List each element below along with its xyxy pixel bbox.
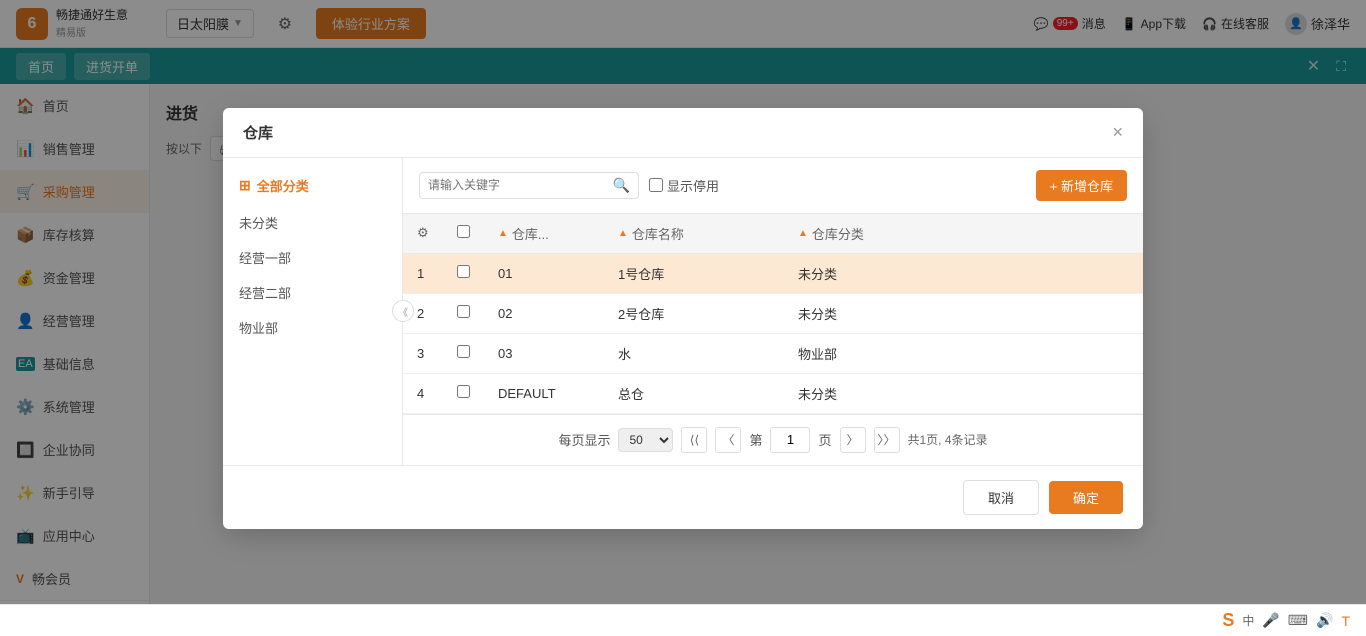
- row-code: 02: [484, 293, 604, 333]
- category-panel: ⊞ 全部分类 未分类 经营一部 经营二部 物业部 《: [223, 158, 403, 465]
- row-select-checkbox[interactable]: [457, 265, 470, 278]
- next-page-button[interactable]: 〉: [840, 427, 866, 453]
- row-index: 1: [403, 253, 443, 293]
- search-input[interactable]: [428, 178, 613, 192]
- row-code: DEFAULT: [484, 373, 604, 413]
- show-disabled-wrap: 显示停用: [649, 176, 719, 195]
- col-checkbox: [443, 214, 484, 254]
- table-toolbar: 🔍 显示停用 + 新增仓库: [403, 158, 1143, 214]
- table-row[interactable]: 1 01 1号仓库 未分类: [403, 253, 1143, 293]
- row-name: 1号仓库: [604, 253, 784, 293]
- mic-icon[interactable]: 🎤: [1262, 612, 1279, 629]
- category-item-property[interactable]: 物业部: [223, 310, 402, 345]
- table-header-row: ⚙ ▲仓库... ▲仓库名称 ▲仓库分类: [403, 214, 1143, 254]
- row-index: 3: [403, 333, 443, 373]
- modal-close-button[interactable]: ×: [1112, 122, 1123, 143]
- last-page-button[interactable]: 〉〉: [874, 427, 900, 453]
- warehouse-modal: 仓库 × ⊞ 全部分类 未分类 经营一部 经营二部 物业部 《: [223, 108, 1143, 529]
- pagination-row: 每页显示 50 10 20 100 ⟨⟨ 〈 第 页 〉 〉〉 共1页, 4条记…: [403, 414, 1143, 465]
- modal-overlay: 仓库 × ⊞ 全部分类 未分类 经营一部 经营二部 物业部 《: [0, 0, 1366, 636]
- row-select-checkbox[interactable]: [457, 305, 470, 318]
- row-code: 01: [484, 253, 604, 293]
- add-warehouse-button[interactable]: + 新增仓库: [1036, 170, 1127, 201]
- row-name: 水: [604, 333, 784, 373]
- row-checkbox: [443, 373, 484, 413]
- bottom-bar: S 中 🎤 ⌨ 🔊 T: [0, 604, 1366, 636]
- row-name: 总仓: [604, 373, 784, 413]
- collapse-panel-button[interactable]: 《: [392, 300, 414, 322]
- keyboard-icon[interactable]: ⌨: [1288, 612, 1308, 629]
- modal-title: 仓库: [243, 122, 273, 143]
- speaker-icon[interactable]: 🔊: [1316, 612, 1333, 629]
- page-size-select[interactable]: 50 10 20 100: [618, 428, 673, 452]
- table-panel: 🔍 显示停用 + 新增仓库 ⚙: [403, 158, 1143, 465]
- category-item-unclassified[interactable]: 未分类: [223, 205, 402, 240]
- show-disabled-checkbox[interactable]: [649, 178, 663, 192]
- row-category: 未分类: [784, 373, 1143, 413]
- total-info: 共1页, 4条记录: [908, 431, 988, 448]
- row-index: 4: [403, 373, 443, 413]
- page-label: 第: [749, 430, 762, 449]
- toolbar-icon[interactable]: T: [1341, 613, 1350, 629]
- page-number-input[interactable]: [770, 427, 810, 453]
- modal-header: 仓库 ×: [223, 108, 1143, 158]
- col-name-header: ▲仓库名称: [604, 214, 784, 254]
- modal-footer: 取消 确定: [223, 465, 1143, 529]
- sougou-icon: S: [1222, 610, 1234, 631]
- col-settings: ⚙: [403, 214, 443, 254]
- zh-cn-icon: 中: [1242, 612, 1254, 629]
- confirm-button[interactable]: 确定: [1049, 481, 1123, 514]
- row-select-checkbox[interactable]: [457, 345, 470, 358]
- row-code: 03: [484, 333, 604, 373]
- table-row[interactable]: 2 02 2号仓库 未分类: [403, 293, 1143, 333]
- table-row[interactable]: 4 DEFAULT 总仓 未分类: [403, 373, 1143, 413]
- select-all-checkbox[interactable]: [457, 225, 470, 238]
- page-size-label: 每页显示: [558, 430, 610, 449]
- sort-icon3: ▲: [798, 228, 808, 239]
- category-item-ops2[interactable]: 经营二部: [223, 275, 402, 310]
- row-name: 2号仓库: [604, 293, 784, 333]
- data-table-wrap: ⚙ ▲仓库... ▲仓库名称 ▲仓库分类: [403, 214, 1143, 414]
- row-checkbox: [443, 293, 484, 333]
- search-input-wrap: 🔍: [419, 172, 639, 199]
- col-code-header: ▲仓库...: [484, 214, 604, 254]
- row-select-checkbox[interactable]: [457, 385, 470, 398]
- grid-icon: ⊞: [239, 177, 251, 194]
- warehouse-table: ⚙ ▲仓库... ▲仓库名称 ▲仓库分类: [403, 214, 1143, 414]
- sort-icon: ▲: [498, 228, 508, 239]
- row-category: 未分类: [784, 293, 1143, 333]
- category-item-ops1[interactable]: 经营一部: [223, 240, 402, 275]
- cancel-button[interactable]: 取消: [963, 480, 1039, 515]
- modal-body: ⊞ 全部分类 未分类 经营一部 经营二部 物业部 《 🔍: [223, 158, 1143, 465]
- row-checkbox: [443, 333, 484, 373]
- prev-page-button[interactable]: 〈: [715, 427, 741, 453]
- first-page-button[interactable]: ⟨⟨: [681, 427, 707, 453]
- category-all[interactable]: ⊞ 全部分类: [223, 170, 402, 205]
- col-category-header: ▲仓库分类: [784, 214, 1143, 254]
- sort-icon2: ▲: [618, 228, 628, 239]
- row-checkbox: [443, 253, 484, 293]
- row-category: 未分类: [784, 253, 1143, 293]
- search-icon[interactable]: 🔍: [613, 177, 630, 194]
- table-row[interactable]: 3 03 水 物业部: [403, 333, 1143, 373]
- row-category: 物业部: [784, 333, 1143, 373]
- page-unit: 页: [818, 430, 831, 449]
